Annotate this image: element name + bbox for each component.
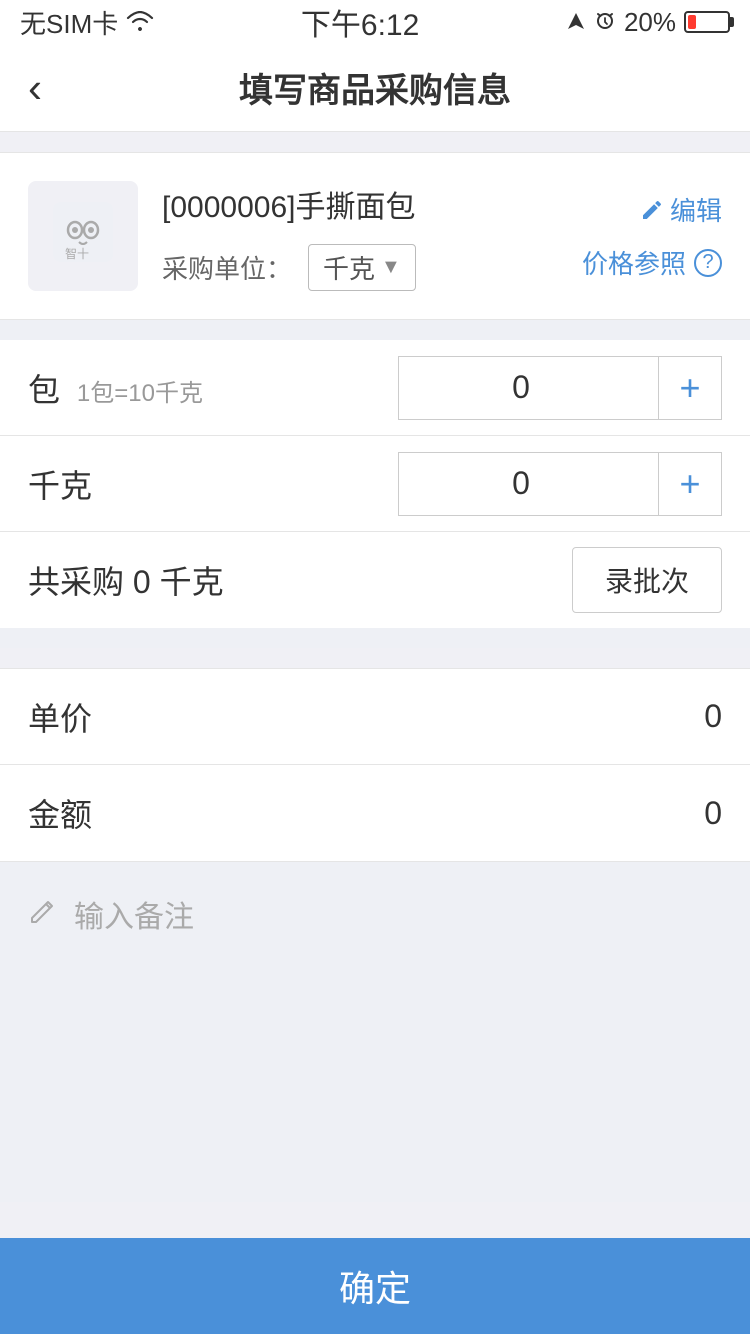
record-batch-button[interactable]: 录批次 [572, 547, 722, 613]
unit-price-value: 0 [704, 698, 722, 735]
location-icon [566, 7, 586, 38]
product-owl-icon: 智十 [53, 202, 113, 271]
remark-section[interactable]: 输入备注 [0, 862, 750, 1202]
back-button[interactable]: ‹ [28, 67, 42, 109]
kg-plus-button[interactable]: + [658, 452, 722, 516]
summary-row: 共采购 0 千克 录批次 [0, 532, 750, 628]
nav-bar: ‹ 填写商品采购信息 [0, 44, 750, 132]
status-bar-left: 无SIM卡 [20, 4, 154, 41]
status-bar: 无SIM卡 下午6:12 20% [0, 0, 750, 44]
bag-plus-button[interactable]: + [658, 356, 722, 420]
unit-value: 千克 [323, 249, 375, 286]
kg-quantity-input[interactable] [398, 452, 658, 516]
kg-input-row: 千克 + [0, 436, 750, 532]
kg-input-right: + [398, 452, 722, 516]
product-image: 智十 [28, 181, 138, 291]
product-left: 智十 [0000006]手撕面包 采购单位： 千克 ▼ [28, 181, 416, 291]
pencil-icon [28, 896, 58, 934]
unit-label: 采购单位： [162, 249, 292, 286]
amount-value: 0 [704, 795, 722, 832]
product-card: 智十 [0000006]手撕面包 采购单位： 千克 ▼ 编辑 价格参照 ? [0, 152, 750, 320]
wifi-icon [126, 7, 154, 38]
kg-label: 千克 [28, 461, 148, 507]
confirm-button[interactable]: 确定 [0, 1238, 750, 1334]
bag-input-row: 包 1包=10千克 + [0, 340, 750, 436]
amount-label: 金额 [28, 790, 92, 836]
status-bar-right: 20% [566, 7, 730, 38]
svg-text:智十: 智十 [65, 246, 89, 261]
bag-label: 包 1包=10千克 [28, 365, 203, 411]
input-section: 包 1包=10千克 + 千克 + 共采购 0 千克 录批次 [0, 340, 750, 628]
section-divider-1 [0, 320, 750, 340]
page-title: 填写商品采购信息 [239, 63, 511, 112]
bag-quantity-input[interactable] [398, 356, 658, 420]
product-unit-row: 采购单位： 千克 ▼ [162, 244, 416, 291]
help-icon: ? [694, 249, 722, 277]
product-name: [0000006]手撕面包 [162, 182, 416, 226]
price-ref-button[interactable]: 价格参照 ? [582, 244, 722, 281]
battery-percent: 20% [624, 7, 676, 38]
unit-price-row: 单价 0 [0, 669, 750, 765]
bag-input-right: + [398, 356, 722, 420]
battery-icon [684, 11, 730, 33]
unit-price-label: 单价 [28, 694, 92, 740]
info-section: 单价 0 金额 0 [0, 668, 750, 862]
section-divider-2 [0, 628, 750, 648]
amount-row: 金额 0 [0, 765, 750, 861]
status-bar-time: 下午6:12 [301, 0, 419, 44]
unit-dropdown-arrow: ▼ [381, 256, 401, 279]
carrier-text: 无SIM卡 [20, 4, 118, 41]
remark-placeholder: 输入备注 [74, 892, 194, 936]
price-ref-label: 价格参照 [582, 244, 686, 281]
product-right: 编辑 价格参照 ? [582, 191, 722, 281]
product-info: [0000006]手撕面包 采购单位： 千克 ▼ [162, 182, 416, 291]
edit-button[interactable]: 编辑 [640, 191, 722, 228]
bag-sub-label: 1包=10千克 [77, 380, 203, 407]
total-purchase-text: 共采购 0 千克 [28, 557, 224, 603]
unit-badge[interactable]: 千克 ▼ [308, 244, 416, 291]
alarm-icon [594, 7, 616, 38]
